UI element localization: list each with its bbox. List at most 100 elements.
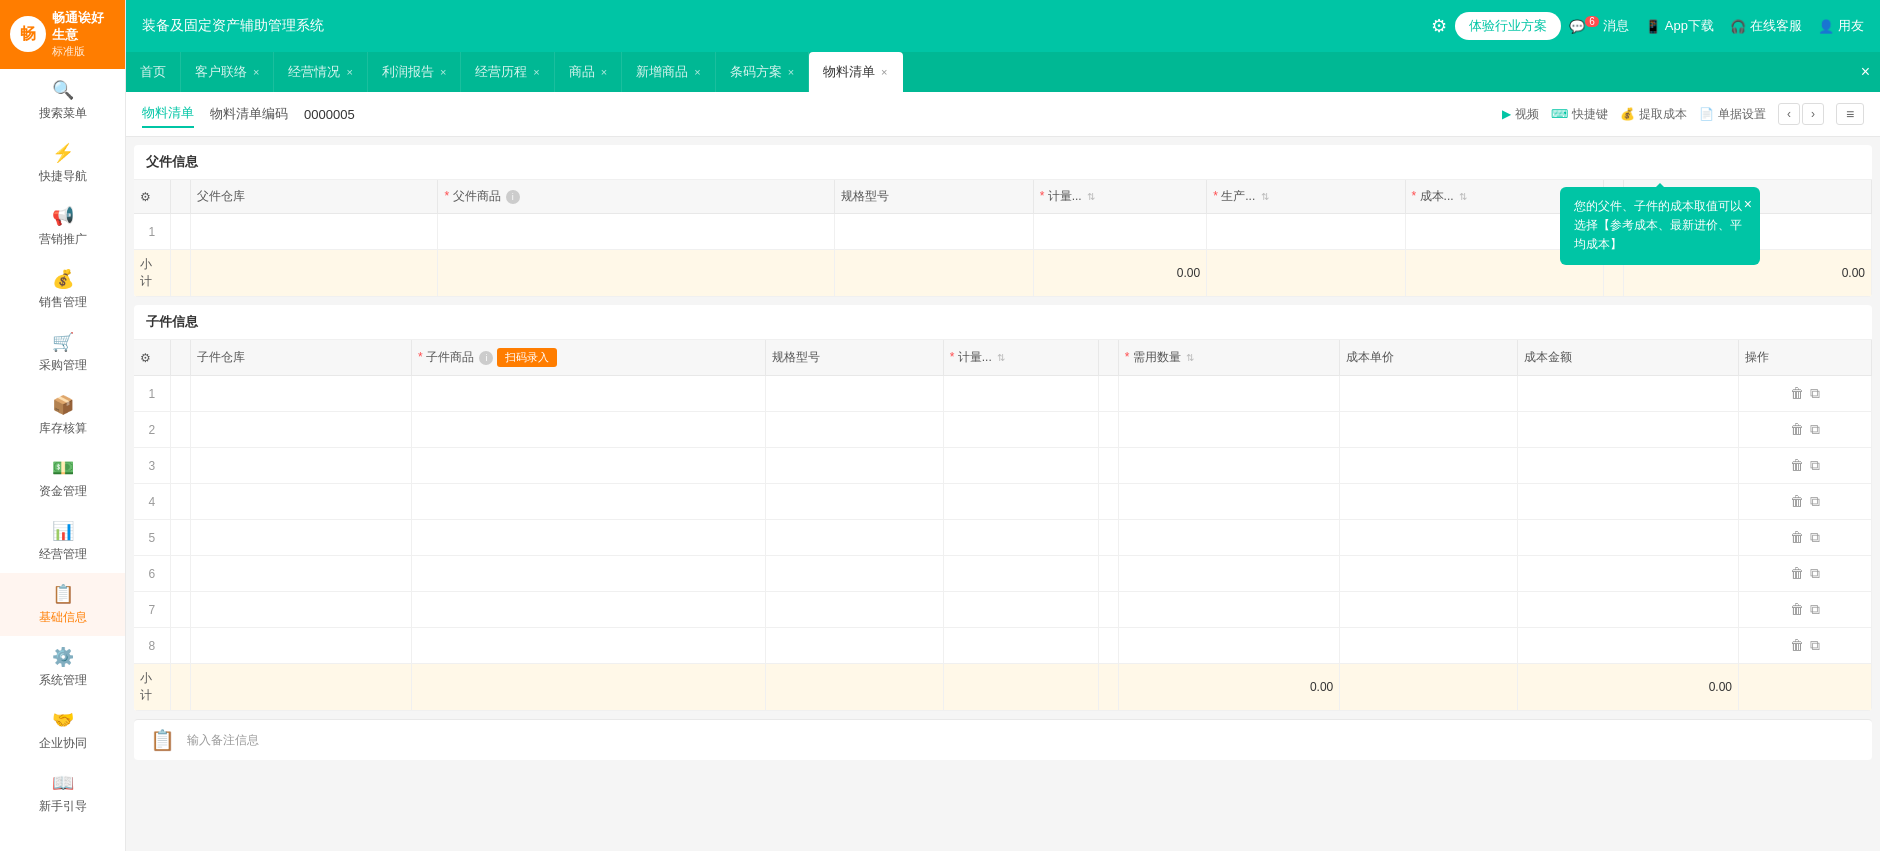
child-row-4-warehouse[interactable] — [190, 484, 412, 520]
child-row-6-qty[interactable] — [1118, 556, 1340, 592]
child-row-2-copy[interactable]: ⧉ — [1810, 421, 1820, 438]
child-row-7-delete[interactable]: 🗑 — [1790, 601, 1804, 618]
cost-action[interactable]: 💰 提取成本 — [1620, 106, 1687, 123]
tab-history-close[interactable]: × — [533, 66, 539, 78]
child-row-7-unit[interactable] — [943, 592, 1098, 628]
next-button[interactable]: › — [1802, 103, 1824, 125]
tab-operations[interactable]: 经营情况 × — [274, 52, 367, 92]
child-row-4-product[interactable] — [412, 484, 766, 520]
child-row-2-product[interactable] — [412, 412, 766, 448]
sidebar-item-search[interactable]: 🔍 搜索菜单 — [0, 69, 125, 132]
view-action[interactable]: ▶ 视频 — [1502, 106, 1539, 123]
prev-button[interactable]: ‹ — [1778, 103, 1800, 125]
child-row-2-warehouse[interactable] — [190, 412, 412, 448]
tab-history[interactable]: 经营历程 × — [461, 52, 554, 92]
parent-row-1-warehouse[interactable] — [190, 214, 438, 250]
child-row-6-delete[interactable]: 🗑 — [1790, 565, 1804, 582]
shortcut-action[interactable]: ⌨ 快捷键 — [1551, 106, 1608, 123]
child-row-3-unit[interactable] — [943, 448, 1098, 484]
tab-customer[interactable]: 客户联络 × — [181, 52, 274, 92]
sidebar-item-sales[interactable]: 💰 销售管理 — [0, 258, 125, 321]
child-row-3-copy[interactable]: ⧉ — [1810, 457, 1820, 474]
child-row-4-unit[interactable] — [943, 484, 1098, 520]
scan-button[interactable]: 扫码录入 — [497, 348, 557, 367]
tab-barcode[interactable]: 条码方案 × — [716, 52, 809, 92]
child-row-3-qty[interactable] — [1118, 448, 1340, 484]
child-row-3-product[interactable] — [412, 448, 766, 484]
tab-operations-close[interactable]: × — [346, 66, 352, 78]
messages-button[interactable]: 💬 6 消息 — [1569, 17, 1629, 35]
child-row-3-warehouse[interactable] — [190, 448, 412, 484]
child-row-6-unit[interactable] — [943, 556, 1098, 592]
tab-bom[interactable]: 物料清单 × — [809, 52, 902, 92]
child-row-2-unit[interactable] — [943, 412, 1098, 448]
child-row-1-warehouse[interactable] — [190, 376, 412, 412]
child-row-7-warehouse[interactable] — [190, 592, 412, 628]
child-row-8-warehouse[interactable] — [190, 628, 412, 664]
tab-product[interactable]: 商品 × — [555, 52, 622, 92]
child-qty-sort[interactable]: ⇅ — [1186, 352, 1194, 363]
child-row-4-qty[interactable] — [1118, 484, 1340, 520]
child-row-1-qty[interactable] — [1118, 376, 1340, 412]
tab-barcode-close[interactable]: × — [788, 66, 794, 78]
child-row-2-qty[interactable] — [1118, 412, 1340, 448]
tab-product-close[interactable]: × — [601, 66, 607, 78]
settings-icon[interactable]: ⚙ — [1431, 15, 1447, 37]
tab-profit[interactable]: 利润报告 × — [368, 52, 461, 92]
sub-tab-bom[interactable]: 物料清单 — [142, 100, 194, 128]
parent-row-1-prod[interactable] — [1207, 214, 1405, 250]
child-unit-sort[interactable]: ⇅ — [997, 352, 1005, 363]
tab-new-product[interactable]: 新增商品 × — [622, 52, 715, 92]
child-row-5-warehouse[interactable] — [190, 520, 412, 556]
child-row-8-qty[interactable] — [1118, 628, 1340, 664]
child-row-5-copy[interactable]: ⧉ — [1810, 529, 1820, 546]
parent-cost-sort[interactable]: ⇅ — [1459, 191, 1467, 202]
sidebar-item-marketing[interactable]: 📢 营销推广 — [0, 195, 125, 258]
notes-placeholder[interactable]: 输入备注信息 — [187, 732, 259, 749]
sidebar-item-cooperation[interactable]: 🤝 企业协同 — [0, 699, 125, 762]
child-row-1-copy[interactable]: ⧉ — [1810, 385, 1820, 402]
child-row-1-delete[interactable]: 🗑 — [1790, 385, 1804, 402]
child-row-8-product[interactable] — [412, 628, 766, 664]
single-settings-action[interactable]: 📄 单据设置 — [1699, 106, 1766, 123]
sidebar-item-inventory[interactable]: 📦 库存核算 — [0, 384, 125, 447]
tab-new-product-close[interactable]: × — [694, 66, 700, 78]
tab-bom-close[interactable]: × — [881, 66, 887, 78]
online-service-button[interactable]: 🎧 在线客服 — [1730, 17, 1802, 35]
child-row-1-unit[interactable] — [943, 376, 1098, 412]
app-download-button[interactable]: 📱 App下载 — [1645, 17, 1714, 35]
child-row-2-delete[interactable]: 🗑 — [1790, 421, 1804, 438]
child-row-5-delete[interactable]: 🗑 — [1790, 529, 1804, 546]
child-row-4-delete[interactable]: 🗑 — [1790, 493, 1804, 510]
tab-customer-close[interactable]: × — [253, 66, 259, 78]
child-row-8-delete[interactable]: 🗑 — [1790, 637, 1804, 654]
grid-view-button[interactable]: ≡ — [1836, 103, 1864, 125]
child-row-4-copy[interactable]: ⧉ — [1810, 493, 1820, 510]
child-row-7-qty[interactable] — [1118, 592, 1340, 628]
sidebar-item-guide[interactable]: 📖 新手引导 — [0, 762, 125, 825]
sidebar-item-purchase[interactable]: 🛒 采购管理 — [0, 321, 125, 384]
sidebar-item-finance[interactable]: 💵 资金管理 — [0, 447, 125, 510]
child-row-6-copy[interactable]: ⧉ — [1810, 565, 1820, 582]
trial-button[interactable]: 体验行业方案 — [1455, 12, 1561, 40]
sub-tab-bom-code[interactable]: 物料清单编码 — [210, 101, 288, 127]
child-row-5-product[interactable] — [412, 520, 766, 556]
sidebar-item-operations[interactable]: 📊 经营管理 — [0, 510, 125, 573]
child-row-7-product[interactable] — [412, 592, 766, 628]
parent-unit-sort[interactable]: ⇅ — [1087, 191, 1095, 202]
child-row-6-product[interactable] — [412, 556, 766, 592]
parent-row-1-unit[interactable] — [1033, 214, 1207, 250]
tooltip-close-button[interactable]: × — [1744, 193, 1752, 215]
parent-row-1-product[interactable] — [438, 214, 835, 250]
child-row-5-unit[interactable] — [943, 520, 1098, 556]
sidebar-item-system[interactable]: ⚙️ 系统管理 — [0, 636, 125, 699]
tab-home[interactable]: 首页 — [126, 52, 181, 92]
child-row-6-warehouse[interactable] — [190, 556, 412, 592]
sidebar-item-quicknav[interactable]: ⚡ 快捷导航 — [0, 132, 125, 195]
child-row-7-copy[interactable]: ⧉ — [1810, 601, 1820, 618]
child-row-1-product[interactable] — [412, 376, 766, 412]
tab-profit-close[interactable]: × — [440, 66, 446, 78]
child-row-8-unit[interactable] — [943, 628, 1098, 664]
child-row-3-delete[interactable]: 🗑 — [1790, 457, 1804, 474]
child-row-8-copy[interactable]: ⧉ — [1810, 637, 1820, 654]
